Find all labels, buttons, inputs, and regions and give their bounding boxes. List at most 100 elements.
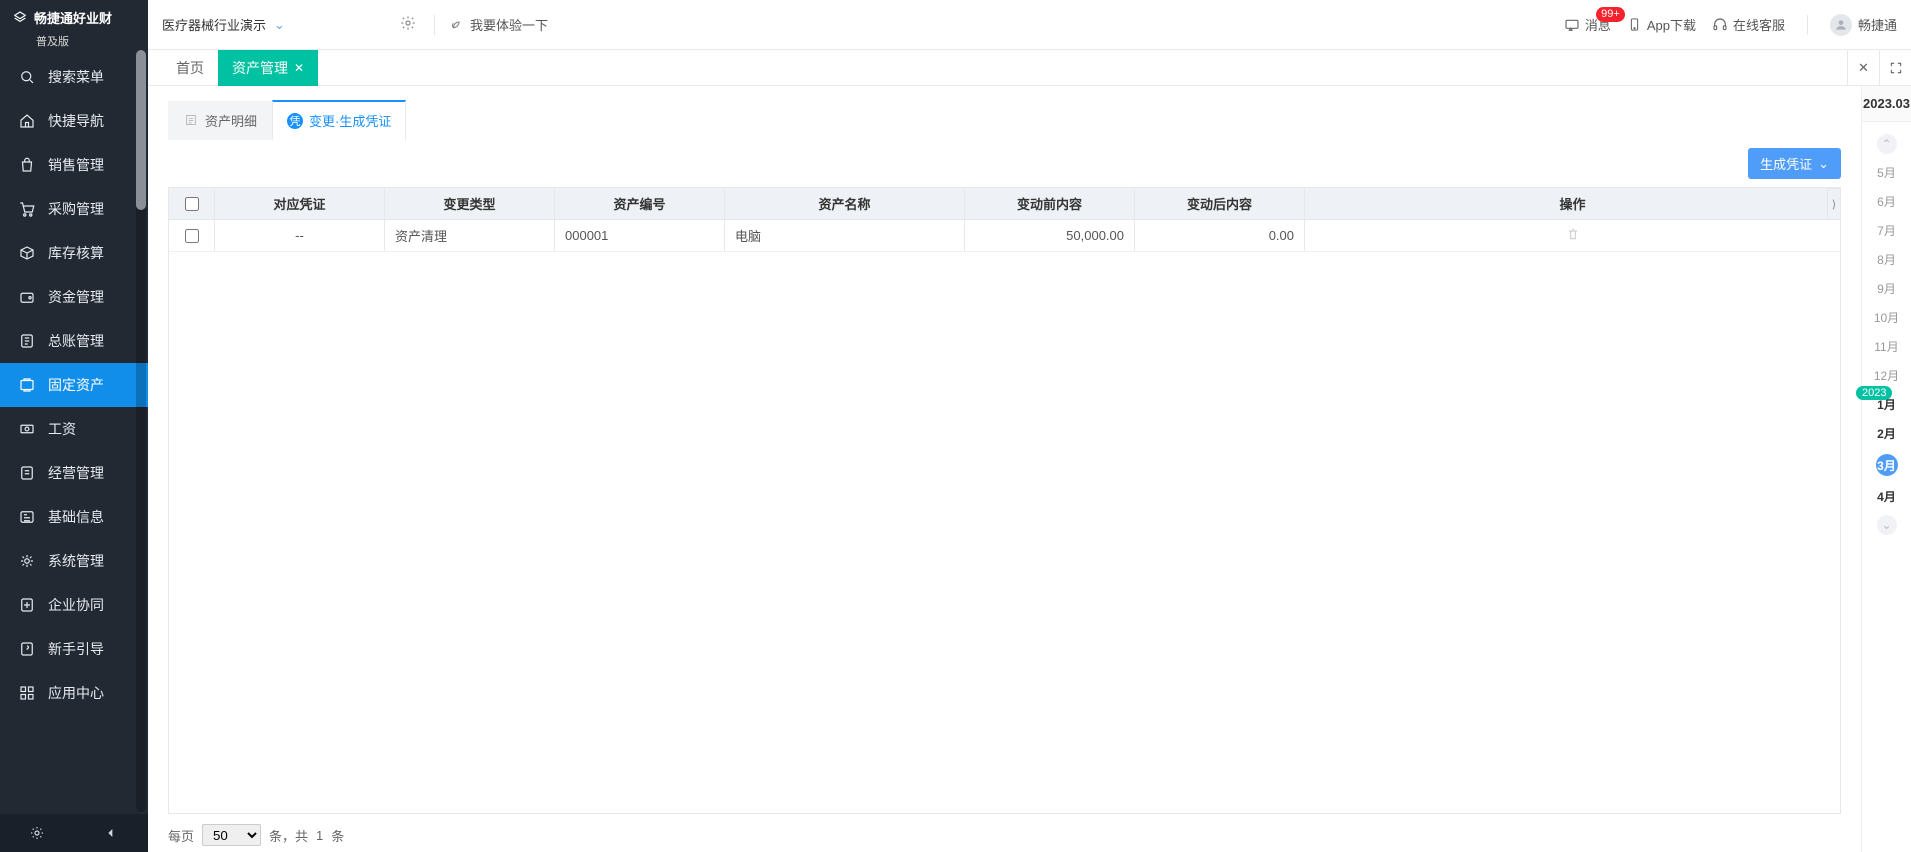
month-option-selected[interactable]: 3月 (1862, 448, 1911, 482)
table-row[interactable]: -- 资产清理 000001 电脑 50,000.00 0.00 (169, 220, 1840, 252)
cell-voucher: -- (215, 220, 385, 251)
app-download-link[interactable]: App下载 (1627, 15, 1696, 34)
month-option[interactable]: 7月 (1874, 216, 1899, 245)
month-down-icon[interactable]: ⌄ (1877, 515, 1897, 535)
delete-icon[interactable] (1566, 227, 1580, 244)
month-option[interactable]: 8月 (1874, 245, 1899, 274)
month-option[interactable]: 4月 (1862, 482, 1911, 511)
sidebar-item-apps[interactable]: 应用中心 (0, 671, 148, 715)
month-option[interactable]: 2月 (1862, 419, 1911, 448)
tab-home[interactable]: 首页 (162, 50, 218, 86)
customer-service-link[interactable]: 在线客服 (1712, 15, 1785, 34)
collapse-columns-icon[interactable]: ⟩ (1827, 188, 1841, 220)
tab-asset-management[interactable]: 资产管理 ✕ (218, 50, 318, 86)
sidebar-item-search[interactable]: 搜索菜单 (0, 55, 148, 99)
customer-service-label: 在线客服 (1733, 15, 1785, 34)
sidebar-item-label: 快捷导航 (48, 111, 104, 131)
subtab-change-voucher[interactable]: 凭 变更·生成凭证 (272, 100, 406, 140)
pager-prefix: 每页 (168, 826, 194, 845)
sidebar-item-cart[interactable]: 采购管理 (0, 187, 148, 231)
col-voucher[interactable]: 对应凭证 (215, 188, 385, 219)
month-option[interactable]: 9月 (1874, 274, 1899, 303)
generate-voucher-button[interactable]: 生成凭证 ⌄ (1748, 148, 1841, 179)
sidebar-item-label: 工资 (48, 419, 76, 439)
col-asset-name[interactable]: 资产名称 (725, 188, 965, 219)
tabbar: 首页 资产管理 ✕ ✕ (148, 50, 1911, 86)
apps-icon (18, 684, 36, 702)
org-name: 医疗器械行业演示 (162, 15, 266, 34)
sidebar-item-info[interactable]: 基础信息 (0, 495, 148, 539)
sidebar-item-label: 库存核算 (48, 243, 104, 263)
cell-op (1305, 220, 1840, 251)
date-panel: 2023.03 ⌃ 5月6月7月8月9月10月11月12月 2023 1月2月3… (1861, 86, 1911, 852)
avatar-icon (1830, 14, 1852, 36)
org-selector[interactable]: 医疗器械行业演示 ⌄ (162, 15, 392, 34)
data-table: 对应凭证 变更类型 资产编号 资产名称 变动前内容 变动后内容 操作 ⟩ -- … (168, 187, 1841, 814)
info-icon (18, 508, 36, 526)
voucher-icon: 凭 (287, 113, 303, 129)
org-settings-icon[interactable] (400, 15, 420, 34)
user-menu[interactable]: 畅捷通 (1830, 14, 1897, 36)
pager: 每页 50 条，共 1 条 (168, 814, 1841, 846)
sidebar: 畅捷通好业财 普及版 搜索菜单快捷导航销售管理采购管理库存核算资金管理总账管理固… (0, 0, 148, 852)
header-checkbox[interactable] (169, 188, 215, 219)
collapse-sidebar-icon[interactable] (74, 814, 148, 852)
sidebar-item-wallet[interactable]: 资金管理 (0, 275, 148, 319)
system-icon (18, 552, 36, 570)
close-all-tabs-icon[interactable]: ✕ (1847, 50, 1879, 86)
settings-gear-icon[interactable] (0, 814, 74, 852)
subtab-label: 变更·生成凭证 (309, 111, 391, 130)
tab-close-icon[interactable]: ✕ (294, 61, 304, 75)
cart-icon (18, 200, 36, 218)
subtab-label: 资产明细 (205, 111, 257, 130)
col-change-type[interactable]: 变更类型 (385, 188, 555, 219)
sidebar-item-salary[interactable]: 工资 (0, 407, 148, 451)
app-download-label: App下载 (1647, 15, 1696, 34)
cell-change-type: 资产清理 (385, 220, 555, 251)
subtab-asset-detail[interactable]: 资产明细 (168, 101, 272, 140)
month-option[interactable]: 6月 (1874, 187, 1899, 216)
sidebar-item-label: 新手引导 (48, 639, 104, 659)
edition-label: 普及版 (0, 33, 148, 55)
sidebar-item-biz[interactable]: 经营管理 (0, 451, 148, 495)
page-size-select[interactable]: 50 (202, 824, 261, 846)
sidebar-item-label: 销售管理 (48, 155, 104, 175)
month-option[interactable]: 11月 (1874, 332, 1899, 361)
sidebar-item-label: 总账管理 (48, 331, 104, 351)
try-experience-link[interactable]: 我要体验一下 (449, 15, 548, 34)
bag-icon (18, 156, 36, 174)
sidebar-item-collab[interactable]: 企业协同 (0, 583, 148, 627)
row-checkbox[interactable] (169, 220, 215, 251)
col-asset-no[interactable]: 资产编号 (555, 188, 725, 219)
messages-link[interactable]: 消息 99+ (1564, 15, 1611, 34)
search-icon (18, 68, 36, 86)
button-label: 生成凭证 (1760, 154, 1812, 173)
guide-icon (18, 640, 36, 658)
sidebar-item-home[interactable]: 快捷导航 (0, 99, 148, 143)
asset-icon (18, 376, 36, 394)
sidebar-item-system[interactable]: 系统管理 (0, 539, 148, 583)
subtab-bar: 资产明细 凭 变更·生成凭证 (168, 100, 1841, 140)
col-before[interactable]: 变动前内容 (965, 188, 1135, 219)
fullscreen-icon[interactable] (1879, 50, 1911, 86)
brand: 畅捷通好业财 (0, 0, 148, 33)
home-icon (18, 112, 36, 130)
box-icon (18, 244, 36, 262)
sidebar-scrollbar[interactable] (136, 50, 146, 812)
sidebar-item-guide[interactable]: 新手引导 (0, 627, 148, 671)
wallet-icon (18, 288, 36, 306)
date-year-display[interactable]: 2023.03 (1862, 86, 1911, 122)
month-up-icon[interactable]: ⌃ (1877, 134, 1897, 154)
sidebar-item-box[interactable]: 库存核算 (0, 231, 148, 275)
sidebar-item-label: 应用中心 (48, 683, 104, 703)
sidebar-item-asset[interactable]: 固定资产 (0, 363, 148, 407)
ledger-icon (18, 332, 36, 350)
sidebar-item-ledger[interactable]: 总账管理 (0, 319, 148, 363)
col-op[interactable]: 操作 (1305, 188, 1840, 219)
col-after[interactable]: 变动后内容 (1135, 188, 1305, 219)
list-icon (183, 112, 199, 128)
month-option[interactable]: 10月 (1874, 303, 1899, 332)
month-option[interactable]: 5月 (1874, 158, 1899, 187)
sidebar-item-label: 采购管理 (48, 199, 104, 219)
sidebar-item-bag[interactable]: 销售管理 (0, 143, 148, 187)
